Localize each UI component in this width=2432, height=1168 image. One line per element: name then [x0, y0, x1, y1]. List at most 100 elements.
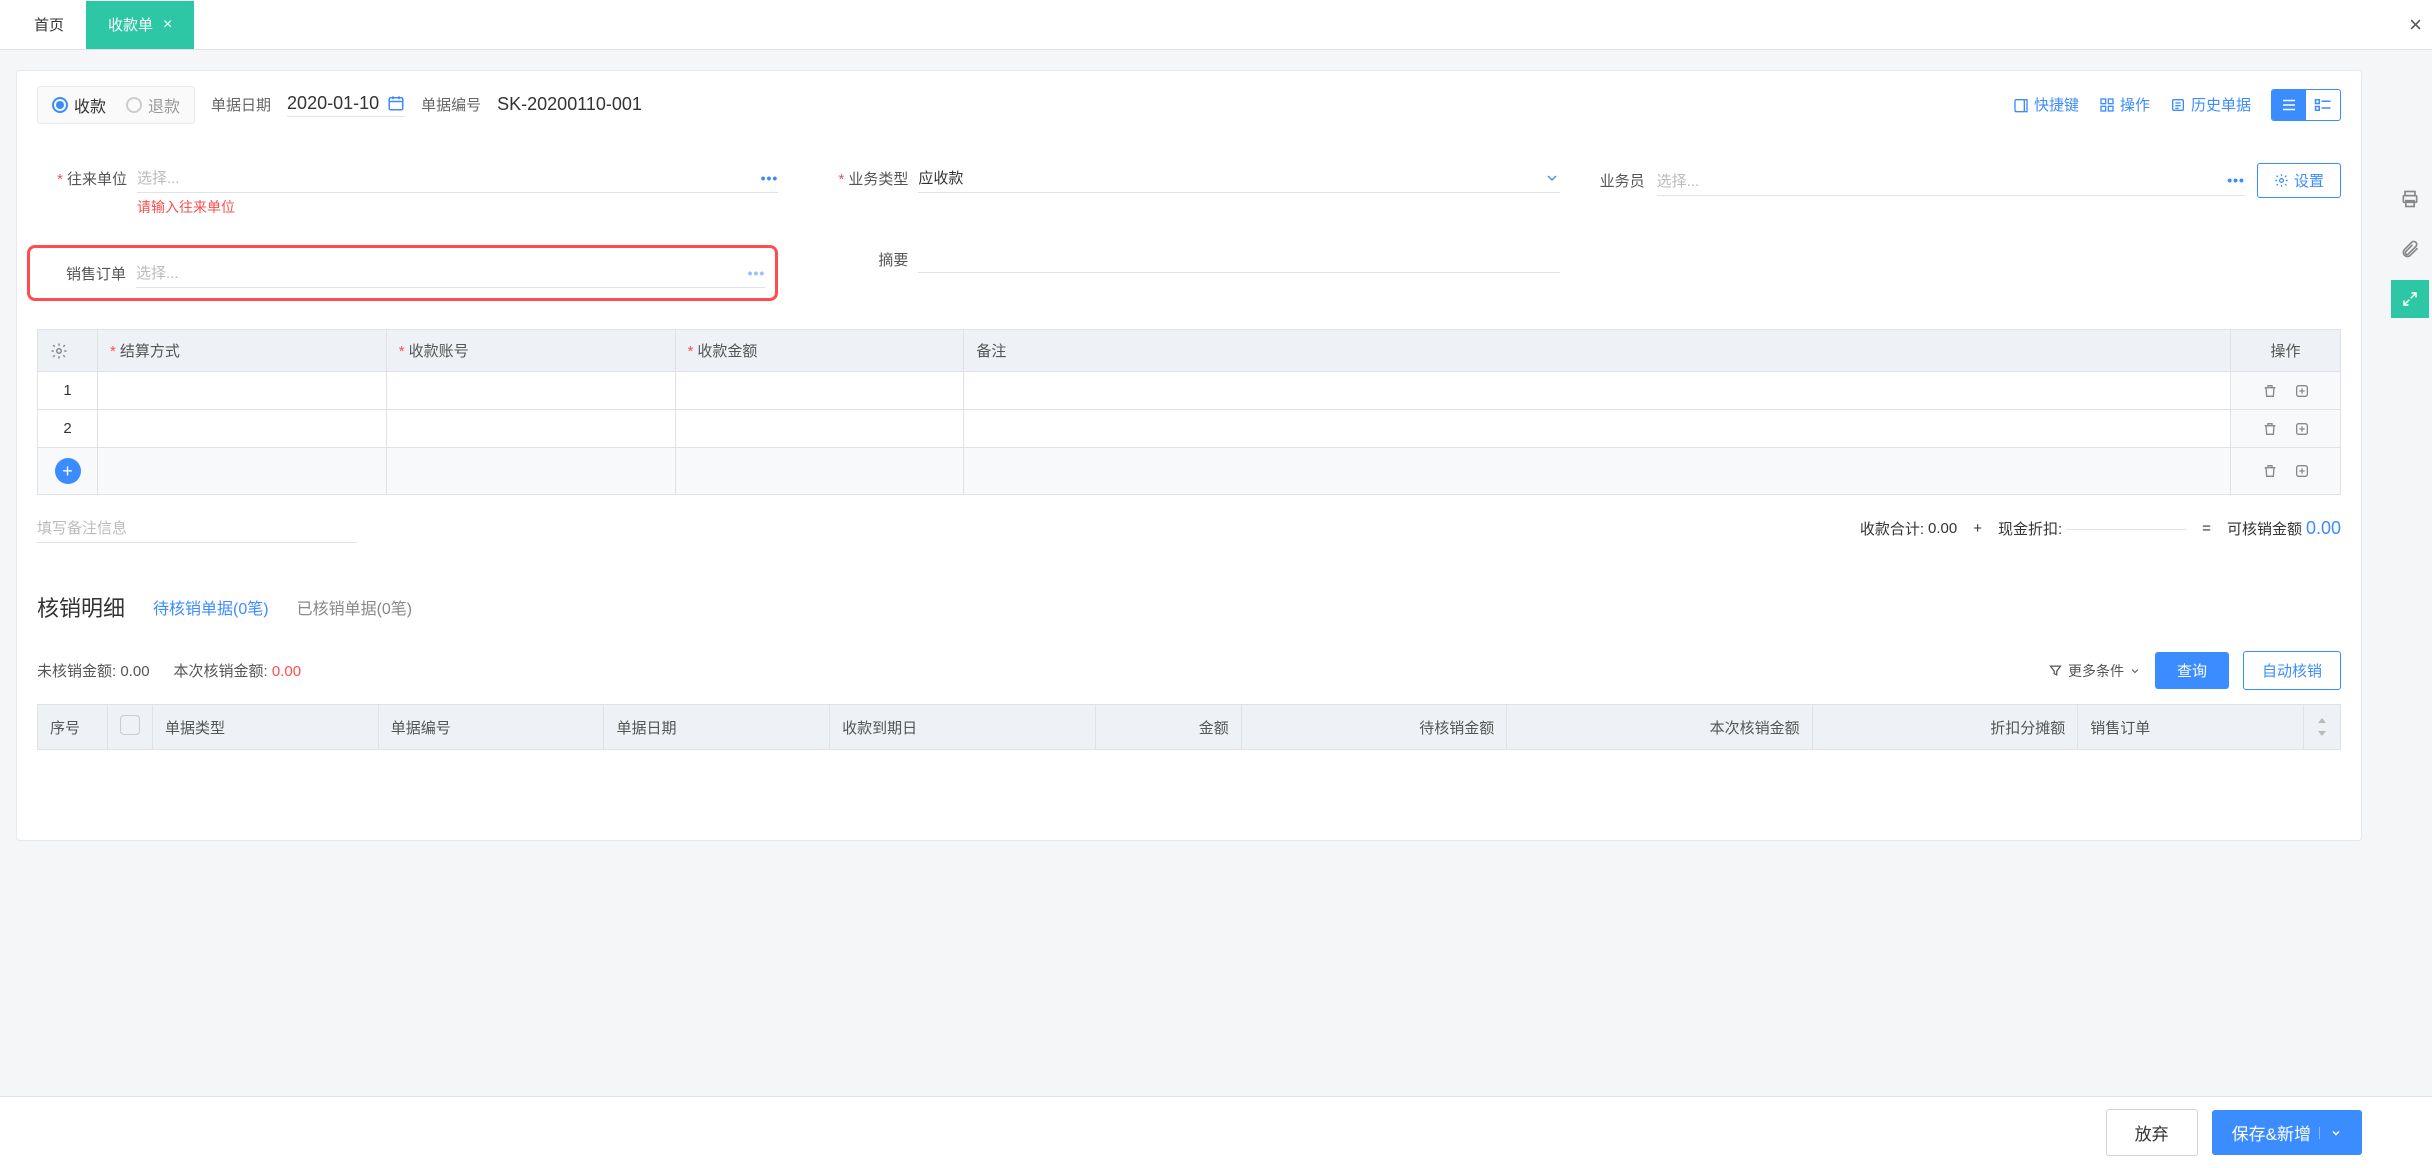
total-value: 0.00: [1928, 520, 1957, 537]
add-row-cell: +: [38, 448, 98, 495]
detail-table: 结算方式 收款账号 收款金额 备注 操作 1: [37, 329, 2341, 495]
view-card-button[interactable]: [2306, 90, 2340, 120]
partner-error: 请输入往来单位: [137, 197, 778, 217]
insert-icon[interactable]: [2294, 463, 2310, 479]
operation-link[interactable]: 操作: [2099, 94, 2150, 115]
toolbar-right: 快捷键 操作 历史单据: [2013, 89, 2341, 121]
radio-refund-label: 退款: [148, 93, 180, 117]
shortcut-link[interactable]: 快捷键: [2013, 94, 2079, 115]
cell-amount[interactable]: [675, 410, 964, 448]
cancel-button[interactable]: 放弃: [2106, 1109, 2198, 1156]
partner-label: 往来单位: [37, 168, 127, 189]
cell-account[interactable]: [386, 410, 675, 448]
delete-icon[interactable]: [2262, 421, 2278, 437]
save-button[interactable]: 保存&新增: [2212, 1110, 2362, 1155]
summary-row: 填写备注信息 收款合计: 0.00 + 现金折扣: = 可核销金额 0.00: [37, 513, 2341, 543]
table-row: 2: [38, 410, 2341, 448]
sales-order-highlight: 销售订单 选择... •••: [27, 245, 778, 301]
doc-date-label: 单据日期: [211, 94, 271, 115]
radio-refund[interactable]: 退款: [126, 93, 180, 117]
radio-receipt-label: 收款: [74, 93, 106, 117]
biz-type-label: 业务类型: [818, 168, 908, 189]
doc-date-value: 2020-01-10: [287, 93, 379, 114]
discount-input[interactable]: [2066, 526, 2186, 530]
close-all-tabs-icon[interactable]: ×: [2409, 12, 2422, 38]
close-icon[interactable]: ×: [163, 16, 172, 34]
delete-icon[interactable]: [2262, 383, 2278, 399]
vcol-due-date[interactable]: 收款到期日: [830, 705, 1096, 750]
clerk-label: 业务员: [1600, 170, 1645, 191]
verify-table: 序号 单据类型 单据编号 单据日期 收款到期日 金额 待核销金额 本次核销金额 …: [37, 704, 2341, 750]
main-content: 收款 退款 单据日期 2020-01-10 单据编号 SK-20200110-0…: [16, 70, 2362, 841]
row-ops: [2231, 372, 2341, 410]
vcol-checkbox[interactable]: [108, 705, 153, 750]
vcol-doc-date[interactable]: 单据日期: [604, 705, 830, 750]
cell-remark[interactable]: [964, 372, 2231, 410]
summary-input[interactable]: [918, 245, 1559, 273]
partner-input[interactable]: 选择... •••: [137, 163, 778, 193]
list-icon: [2170, 97, 2186, 113]
doc-date-input[interactable]: 2020-01-10: [287, 93, 405, 117]
more-icon[interactable]: •••: [761, 170, 779, 186]
radio-receipt[interactable]: 收款: [52, 93, 106, 117]
clerk-input[interactable]: 选择... •••: [1657, 166, 2245, 196]
add-row-button[interactable]: +: [55, 458, 81, 484]
vcol-sort-handle[interactable]: [2304, 705, 2341, 750]
query-button[interactable]: 查询: [2155, 652, 2229, 689]
grid-icon: [2099, 97, 2115, 113]
insert-icon[interactable]: [2294, 421, 2310, 437]
remark-input[interactable]: 填写备注信息: [37, 513, 357, 543]
writeoff-label: 可核销金额: [2227, 518, 2302, 539]
table-gear-header[interactable]: [38, 330, 98, 372]
col-remark: 备注: [964, 330, 2231, 372]
tab-receipt[interactable]: 收款单 ×: [86, 1, 194, 49]
doc-no-label: 单据编号: [421, 94, 481, 115]
settings-button[interactable]: 设置: [2257, 163, 2341, 198]
more-icon[interactable]: •••: [2227, 172, 2245, 188]
verify-toolbar: 未核销金额: 0.00 本次核销金额: 0.00 更多条件 查询 自动核销: [37, 651, 2341, 690]
view-list-button[interactable]: [2272, 90, 2306, 120]
cell-settle[interactable]: [98, 410, 387, 448]
tab-done[interactable]: 已核销单据(0笔): [297, 595, 413, 619]
tab-home[interactable]: 首页: [12, 1, 86, 49]
operation-label: 操作: [2120, 94, 2150, 115]
sales-order-input[interactable]: 选择... •••: [136, 258, 765, 288]
cell-remark[interactable]: [964, 410, 2231, 448]
rail-print-icon[interactable]: [2391, 180, 2429, 218]
verify-section-header: 核销明细 待核销单据(0笔) 已核销单据(0笔): [37, 591, 2341, 623]
tab-pending[interactable]: 待核销单据(0笔): [153, 595, 269, 619]
vcol-pending[interactable]: 待核销金额: [1241, 705, 1507, 750]
cell-account[interactable]: [386, 372, 675, 410]
cell-amount[interactable]: [675, 372, 964, 410]
history-label: 历史单据: [2191, 94, 2251, 115]
chevron-down-icon[interactable]: [2319, 1127, 2342, 1139]
vcol-sales-order[interactable]: 销售订单: [2078, 705, 2304, 750]
vcol-doc-no[interactable]: 单据编号: [378, 705, 604, 750]
col-account: 收款账号: [386, 330, 675, 372]
chevron-down-icon[interactable]: [1544, 170, 1560, 186]
more-conditions[interactable]: 更多条件: [2048, 661, 2141, 681]
footer-bar: 放弃 保存&新增: [0, 1096, 2432, 1168]
rail-expand-icon[interactable]: [2391, 280, 2429, 318]
rail-attachment-icon[interactable]: [2391, 230, 2429, 268]
shortcut-label: 快捷键: [2034, 94, 2079, 115]
calendar-icon[interactable]: [387, 94, 405, 112]
vcol-discount[interactable]: 折扣分摊额: [1812, 705, 2078, 750]
more-icon[interactable]: •••: [748, 265, 766, 281]
filter-icon: [2048, 663, 2063, 678]
biz-type-select[interactable]: 应收款: [918, 163, 1559, 193]
delete-icon[interactable]: [2262, 463, 2278, 479]
cell-settle[interactable]: [98, 372, 387, 410]
side-rail: [2388, 180, 2432, 318]
tab-home-label: 首页: [34, 14, 64, 35]
tab-receipt-label: 收款单: [108, 14, 153, 35]
field-summary: 摘要: [818, 245, 1559, 273]
auto-writeoff-button[interactable]: 自动核销: [2243, 651, 2341, 690]
vcol-this[interactable]: 本次核销金额: [1507, 705, 1812, 750]
vcol-amount[interactable]: 金额: [1095, 705, 1241, 750]
receipt-refund-toggle: 收款 退款: [37, 86, 195, 124]
vcol-doc-type[interactable]: 单据类型: [153, 705, 379, 750]
insert-icon[interactable]: [2294, 383, 2310, 399]
total-label: 收款合计:: [1860, 518, 1924, 539]
history-link[interactable]: 历史单据: [2170, 94, 2251, 115]
